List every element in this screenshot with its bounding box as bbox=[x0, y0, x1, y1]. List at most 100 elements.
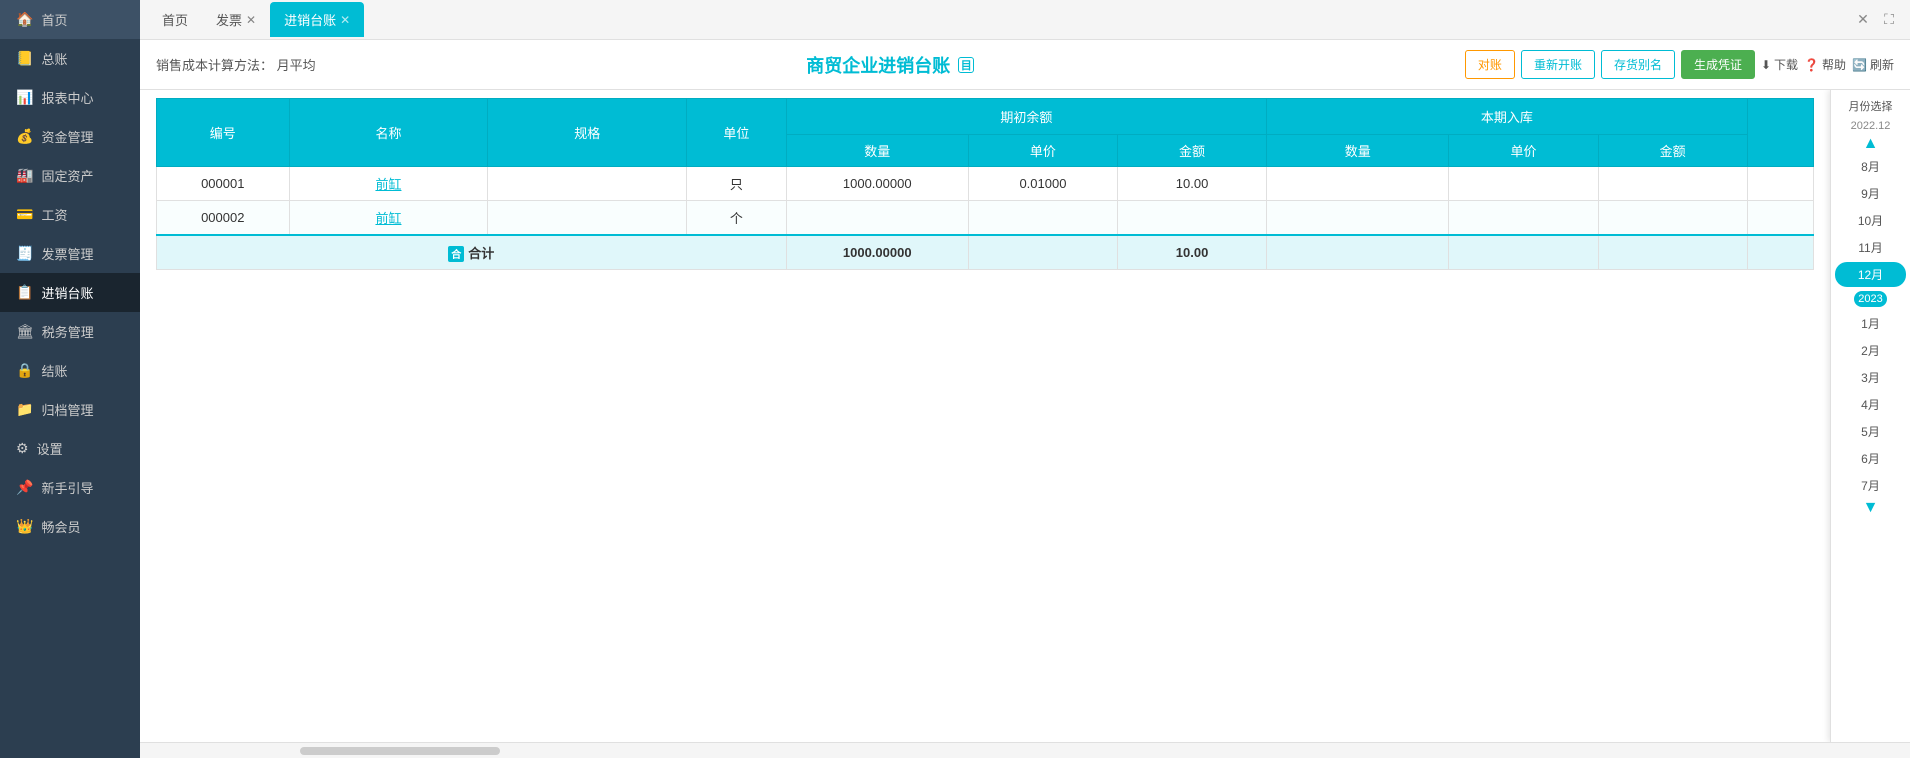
scroll-up-button[interactable]: ▲ bbox=[1863, 136, 1879, 152]
download-link[interactable]: ⬇ 下载 bbox=[1761, 56, 1798, 73]
funds-icon: 💰 bbox=[16, 128, 33, 145]
generate-voucher-button[interactable]: 生成凭证 bbox=[1681, 50, 1755, 79]
sidebar-label-guide: 新手引导 bbox=[41, 478, 93, 497]
inventory-table: 编号 名称 规格 单位 期初余额 本期入库 数量 单价 金额 数量 bbox=[156, 98, 1814, 270]
sidebar-item-archive[interactable]: 📁 归档管理 bbox=[0, 390, 140, 429]
help-link[interactable]: ❓ 帮助 bbox=[1804, 56, 1846, 73]
reports-icon: 📊 bbox=[16, 89, 33, 106]
month-item-7[interactable]: 7月 bbox=[1835, 473, 1906, 498]
sidebar-label-inventory: 进销台账 bbox=[41, 283, 93, 302]
total-icon: 合 bbox=[448, 246, 464, 262]
col-header-current-in: 本期入库 bbox=[1267, 99, 1748, 135]
col-header-unit: 单位 bbox=[687, 99, 786, 167]
row1-opening-amount: 10.00 bbox=[1118, 167, 1267, 201]
month-item-10[interactable]: 10月 bbox=[1835, 208, 1906, 233]
invoice-mgmt-icon: 🧾 bbox=[16, 245, 33, 262]
col-header-in-price: 单价 bbox=[1449, 135, 1598, 167]
tab-bar: 首页 发票 ✕ 进销台账 ✕ ✕ ⛶ bbox=[140, 0, 1910, 40]
help-icon: ❓ bbox=[1804, 58, 1819, 72]
sidebar-label-wages: 工资 bbox=[41, 205, 67, 224]
reconcile-button[interactable]: 对账 bbox=[1465, 50, 1515, 79]
month-item-5[interactable]: 5月 bbox=[1835, 419, 1906, 444]
scroll-down-button[interactable]: ▼ bbox=[1863, 500, 1879, 516]
sidebar-item-reports[interactable]: 📊 报表中心 bbox=[0, 78, 140, 117]
row1-extra bbox=[1747, 167, 1813, 201]
ledger-icon: 📒 bbox=[16, 50, 33, 67]
tab-inventory-label: 进销台账 bbox=[284, 10, 336, 29]
table-row: 000002 前缸 个 bbox=[157, 201, 1814, 236]
refresh-icon: 🔄 bbox=[1852, 58, 1867, 72]
total-extra bbox=[1747, 235, 1813, 270]
row2-spec bbox=[488, 201, 687, 236]
reopen-button[interactable]: 重新开账 bbox=[1521, 50, 1595, 79]
tab-invoice[interactable]: 发票 ✕ bbox=[202, 2, 270, 37]
month-item-11[interactable]: 11月 bbox=[1835, 235, 1906, 260]
refresh-link[interactable]: 🔄 刷新 bbox=[1852, 56, 1894, 73]
toolbar-buttons: 对账 重新开账 存货别名 生成凭证 ⬇ 下载 ❓ 帮助 🔄 刷新 bbox=[1465, 50, 1894, 79]
save-alias-button[interactable]: 存货别名 bbox=[1601, 50, 1675, 79]
sidebar-label-reports: 报表中心 bbox=[41, 88, 93, 107]
month-item-4[interactable]: 4月 bbox=[1835, 392, 1906, 417]
sidebar-item-wages[interactable]: 💳 工资 bbox=[0, 195, 140, 234]
sidebar-item-settings[interactable]: ⚙ 设置 bbox=[0, 429, 140, 468]
col-header-name: 名称 bbox=[289, 99, 488, 167]
horizontal-scrollbar[interactable] bbox=[300, 747, 500, 755]
tab-invoice-close[interactable]: ✕ bbox=[246, 13, 256, 27]
col-header-code: 编号 bbox=[157, 99, 290, 167]
sidebar-label-fixed-assets: 固定资产 bbox=[41, 166, 93, 185]
fixed-assets-icon: 🏭 bbox=[16, 167, 33, 184]
sidebar-item-tax[interactable]: 🏛 税务管理 bbox=[0, 312, 140, 351]
month-item-1[interactable]: 1月 bbox=[1835, 311, 1906, 336]
main-area: 首页 发票 ✕ 进销台账 ✕ ✕ ⛶ 销售成本计算方法： 月平均 商贸企业进销台… bbox=[140, 0, 1910, 758]
row2-name: 前缸 bbox=[289, 201, 488, 236]
row1-unit: 只 bbox=[687, 167, 786, 201]
inventory-icon: 📋 bbox=[16, 284, 33, 301]
title-info-icon[interactable]: 目 bbox=[958, 57, 974, 73]
sidebar-item-fixed-assets[interactable]: 🏭 固定资产 bbox=[0, 156, 140, 195]
col-header-opening-qty: 数量 bbox=[786, 135, 968, 167]
col-header-opening-price: 单价 bbox=[968, 135, 1117, 167]
sidebar-item-member[interactable]: 👑 畅会员 bbox=[0, 507, 140, 546]
total-opening-qty: 1000.00000 bbox=[786, 235, 968, 270]
minimize-button[interactable]: ✕ bbox=[1854, 11, 1872, 29]
home-icon: 🏠 bbox=[16, 11, 33, 28]
col-header-in-amount: 金额 bbox=[1598, 135, 1747, 167]
month-item-2[interactable]: 2月 bbox=[1835, 338, 1906, 363]
closing-icon: 🔒 bbox=[16, 362, 33, 379]
page-content: 销售成本计算方法： 月平均 商贸企业进销台账 目 对账 重新开账 存货别名 生成… bbox=[140, 40, 1910, 758]
month-item-9[interactable]: 9月 bbox=[1835, 181, 1906, 206]
row1-name-link[interactable]: 前缸 bbox=[375, 177, 401, 192]
sidebar-label-home: 首页 bbox=[41, 10, 67, 29]
month-item-3[interactable]: 3月 bbox=[1835, 365, 1906, 390]
toolbar: 销售成本计算方法： 月平均 商贸企业进销台账 目 对账 重新开账 存货别名 生成… bbox=[140, 40, 1910, 90]
row1-code: 000001 bbox=[157, 167, 290, 201]
scrollbar-area bbox=[140, 742, 1910, 758]
row2-in-qty bbox=[1267, 201, 1449, 236]
tab-inventory-close[interactable]: ✕ bbox=[340, 13, 350, 27]
sidebar-item-invoice-mgmt[interactable]: 🧾 发票管理 bbox=[0, 234, 140, 273]
month-item-6[interactable]: 6月 bbox=[1835, 446, 1906, 471]
month-item-8[interactable]: 8月 bbox=[1835, 154, 1906, 179]
sidebar-item-inventory[interactable]: 📋 进销台账 bbox=[0, 273, 140, 312]
archive-icon: 📁 bbox=[16, 401, 33, 418]
row2-name-link[interactable]: 前缸 bbox=[375, 211, 401, 226]
tab-inventory[interactable]: 进销台账 ✕ bbox=[270, 2, 364, 37]
col-header-opening-balance: 期初余额 bbox=[786, 99, 1267, 135]
sidebar-label-member: 畅会员 bbox=[41, 517, 80, 536]
total-opening-price bbox=[968, 235, 1117, 270]
tab-invoice-label: 发票 bbox=[216, 10, 242, 29]
sidebar-item-funds[interactable]: 💰 资金管理 bbox=[0, 117, 140, 156]
sidebar-item-guide[interactable]: 📌 新手引导 bbox=[0, 468, 140, 507]
month-item-12[interactable]: 12月 bbox=[1835, 262, 1906, 287]
maximize-button[interactable]: ⛶ bbox=[1880, 11, 1898, 29]
table-container: 编号 名称 规格 单位 期初余额 本期入库 数量 单价 金额 数量 bbox=[140, 90, 1830, 742]
row2-unit: 个 bbox=[687, 201, 786, 236]
cost-method-label: 销售成本计算方法： bbox=[156, 58, 273, 73]
sidebar-item-ledger[interactable]: 📒 总账 bbox=[0, 39, 140, 78]
sidebar-item-closing[interactable]: 🔒 结账 bbox=[0, 351, 140, 390]
sidebar-item-home[interactable]: 🏠 首页 bbox=[0, 0, 140, 39]
tab-home[interactable]: 首页 bbox=[148, 2, 202, 37]
month-selector-panel: 月份选择 2022.12 ▲ 8月 9月 10月 11月 12月 2023 1月… bbox=[1830, 90, 1910, 742]
row1-opening-price: 0.01000 bbox=[968, 167, 1117, 201]
wages-icon: 💳 bbox=[16, 206, 33, 223]
